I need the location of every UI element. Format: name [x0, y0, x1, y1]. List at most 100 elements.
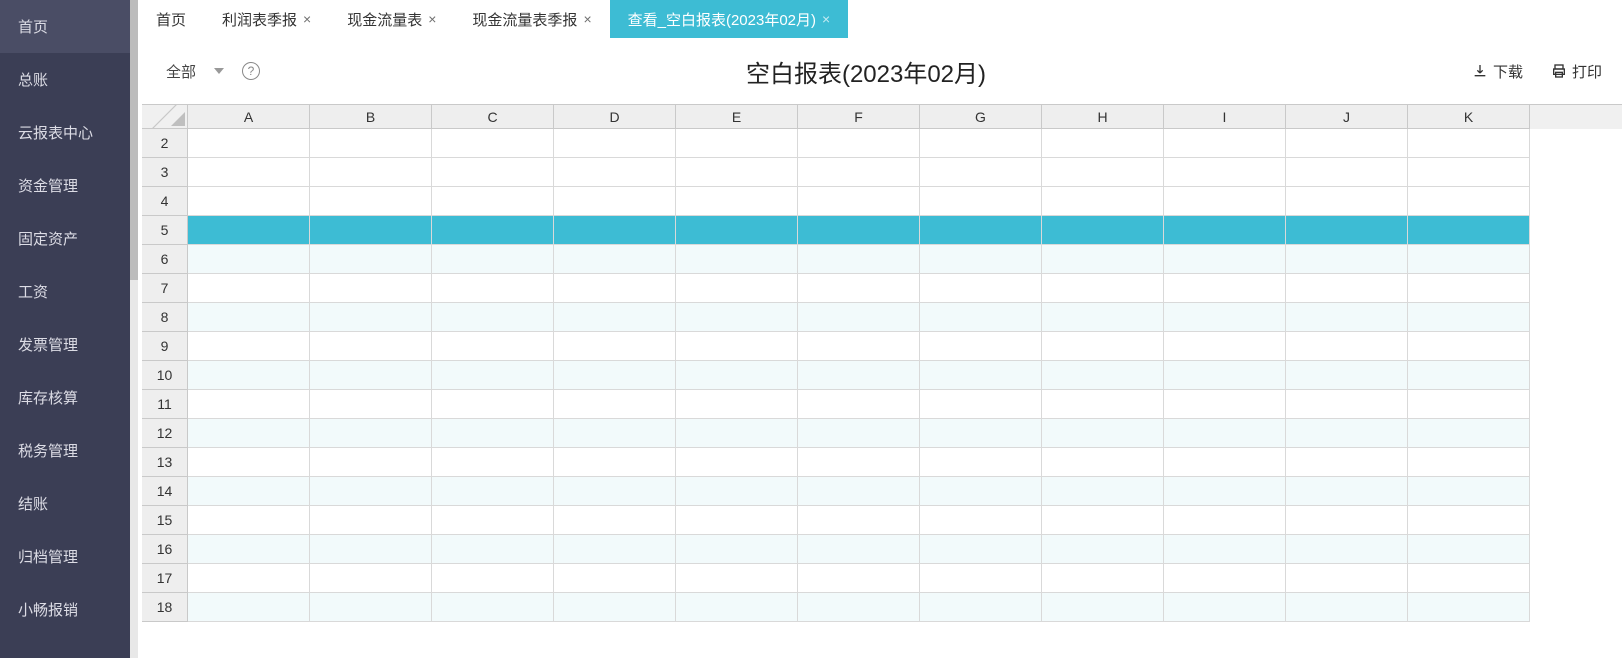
cell[interactable] — [1164, 245, 1286, 274]
cell[interactable] — [1164, 535, 1286, 564]
cell[interactable] — [310, 274, 432, 303]
sidebar-item-ledger[interactable]: 总账 — [0, 53, 130, 106]
cell[interactable] — [432, 187, 554, 216]
cell[interactable] — [432, 245, 554, 274]
cell[interactable] — [310, 361, 432, 390]
cell[interactable] — [1286, 332, 1408, 361]
cell[interactable] — [188, 564, 310, 593]
cell[interactable] — [1286, 361, 1408, 390]
cell[interactable] — [1286, 158, 1408, 187]
row-header[interactable]: 12 — [142, 419, 188, 448]
cell[interactable] — [1042, 303, 1164, 332]
cell[interactable] — [188, 390, 310, 419]
cell[interactable] — [310, 332, 432, 361]
cell[interactable] — [1164, 274, 1286, 303]
cell[interactable] — [1042, 593, 1164, 622]
sidebar-item-tax[interactable]: 税务管理 — [0, 424, 130, 477]
cell[interactable] — [188, 419, 310, 448]
cell[interactable] — [1042, 477, 1164, 506]
column-header[interactable]: E — [676, 105, 798, 129]
cell[interactable] — [188, 361, 310, 390]
column-header[interactable]: G — [920, 105, 1042, 129]
cell[interactable] — [920, 158, 1042, 187]
cell[interactable] — [1286, 390, 1408, 419]
column-header[interactable]: B — [310, 105, 432, 129]
cell[interactable] — [432, 564, 554, 593]
cell[interactable] — [676, 535, 798, 564]
column-header[interactable]: F — [798, 105, 920, 129]
cell[interactable] — [920, 274, 1042, 303]
row-header[interactable]: 11 — [142, 390, 188, 419]
row-header[interactable]: 8 — [142, 303, 188, 332]
cell[interactable] — [310, 390, 432, 419]
cell[interactable] — [1286, 419, 1408, 448]
cell[interactable] — [798, 419, 920, 448]
cell[interactable] — [1042, 535, 1164, 564]
cell[interactable] — [1408, 564, 1530, 593]
cell[interactable] — [676, 158, 798, 187]
cell[interactable] — [554, 535, 676, 564]
cell[interactable] — [432, 419, 554, 448]
help-icon[interactable]: ? — [242, 62, 260, 80]
close-icon[interactable]: × — [303, 11, 311, 27]
cell[interactable] — [1164, 390, 1286, 419]
download-button[interactable]: 下载 — [1472, 61, 1523, 82]
tab[interactable]: 利润表季报× — [204, 0, 329, 38]
cell[interactable] — [432, 506, 554, 535]
cell[interactable] — [1408, 216, 1530, 245]
cell[interactable] — [1164, 303, 1286, 332]
close-icon[interactable]: × — [428, 11, 436, 27]
cell[interactable] — [920, 419, 1042, 448]
cell[interactable] — [310, 506, 432, 535]
cell[interactable] — [798, 361, 920, 390]
cell[interactable] — [310, 187, 432, 216]
cell[interactable] — [1286, 129, 1408, 158]
cell[interactable] — [1164, 332, 1286, 361]
cell[interactable] — [1042, 129, 1164, 158]
cell[interactable] — [432, 535, 554, 564]
cell[interactable] — [920, 593, 1042, 622]
cell[interactable] — [920, 245, 1042, 274]
cell[interactable] — [310, 448, 432, 477]
row-header[interactable]: 15 — [142, 506, 188, 535]
sidebar-scrollbar-thumb[interactable] — [130, 0, 138, 280]
cell[interactable] — [188, 593, 310, 622]
cell[interactable] — [798, 535, 920, 564]
cell[interactable] — [432, 129, 554, 158]
cell[interactable] — [798, 564, 920, 593]
cell[interactable] — [676, 390, 798, 419]
cell[interactable] — [1042, 245, 1164, 274]
cell[interactable] — [676, 564, 798, 593]
cell[interactable] — [310, 535, 432, 564]
cell[interactable] — [188, 245, 310, 274]
cell[interactable] — [920, 448, 1042, 477]
cell[interactable] — [1164, 158, 1286, 187]
cell[interactable] — [554, 187, 676, 216]
tab[interactable]: 查看_空白报表(2023年02月)× — [610, 0, 849, 38]
filter-dropdown[interactable]: 全部 ? — [166, 61, 260, 82]
cell[interactable] — [676, 332, 798, 361]
cell[interactable] — [676, 593, 798, 622]
cell[interactable] — [554, 390, 676, 419]
cell[interactable] — [1408, 535, 1530, 564]
cell[interactable] — [1286, 564, 1408, 593]
cell[interactable] — [1164, 448, 1286, 477]
cell[interactable] — [920, 332, 1042, 361]
cell[interactable] — [1408, 303, 1530, 332]
cell[interactable] — [310, 158, 432, 187]
cell[interactable] — [676, 187, 798, 216]
cell[interactable] — [432, 361, 554, 390]
cell[interactable] — [1286, 506, 1408, 535]
cell[interactable] — [920, 303, 1042, 332]
cell[interactable] — [554, 274, 676, 303]
cell[interactable] — [188, 448, 310, 477]
column-header[interactable]: K — [1408, 105, 1530, 129]
cell[interactable] — [1408, 419, 1530, 448]
cell[interactable] — [310, 216, 432, 245]
column-header[interactable]: I — [1164, 105, 1286, 129]
cell[interactable] — [920, 361, 1042, 390]
cell[interactable] — [1286, 216, 1408, 245]
cell[interactable] — [554, 419, 676, 448]
cell[interactable] — [798, 506, 920, 535]
cell[interactable] — [1408, 187, 1530, 216]
